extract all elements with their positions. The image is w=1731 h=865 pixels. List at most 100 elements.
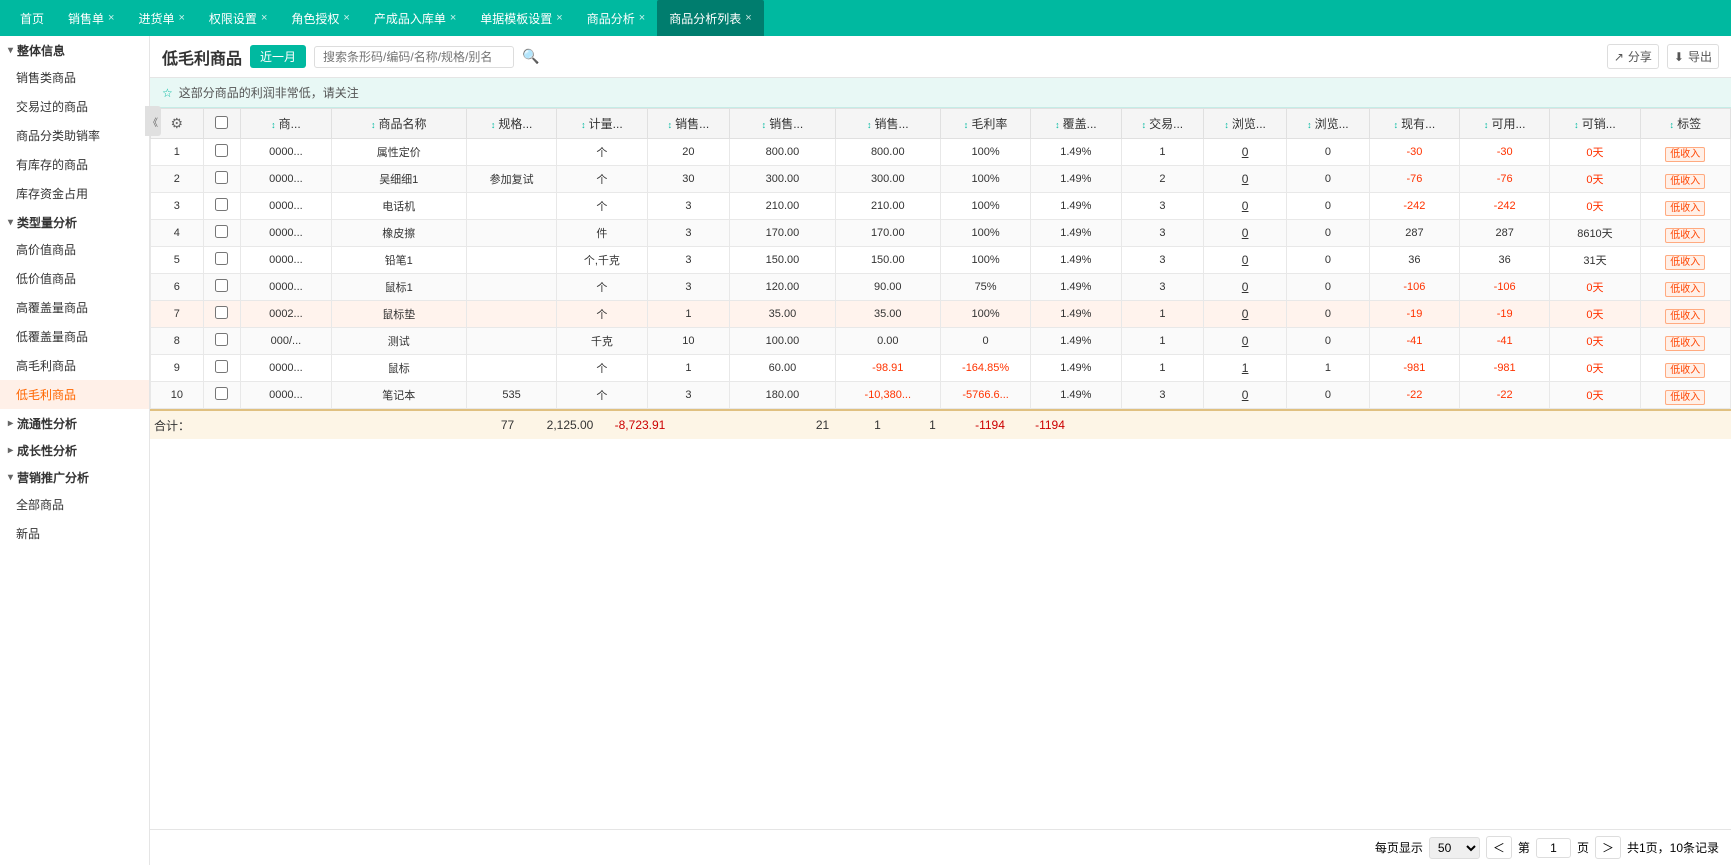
prev-page-button[interactable]: ＜ [1486, 836, 1512, 859]
col-coverage[interactable]: ↕ 覆盖... [1031, 109, 1121, 139]
product-table: ⚙ ↕ 商... ↕ 商品名称 ↕ 规格... ↕ 计量... ↕ 销售... … [150, 108, 1731, 409]
table-row: 9 0000... 鼠标 个 1 60.00 -98.91 -164.85% 1… [151, 355, 1731, 382]
sidebar-item-new-products[interactable]: 新品 [0, 519, 149, 548]
row-check[interactable] [203, 382, 241, 409]
row-code: 0000... [241, 139, 331, 166]
sidebar-item-traded-products[interactable]: 交易过的商品 [0, 92, 149, 121]
row-checkbox[interactable] [215, 360, 228, 373]
row-browse2: 0 [1287, 274, 1370, 301]
row-checkbox[interactable] [215, 306, 228, 319]
nav-item-home[interactable]: 首页 [8, 0, 56, 36]
col-tag[interactable]: ↕ 标签 [1640, 109, 1730, 139]
export-button[interactable]: ⬇ 导出 [1667, 44, 1719, 69]
nav-item-purchase[interactable]: 进货单 × [126, 0, 196, 36]
table-row: 2 0000... 吴细细1 参加复试 个 30 300.00 300.00 1… [151, 166, 1731, 193]
col-transactions[interactable]: ↕ 交易... [1121, 109, 1204, 139]
col-sales-qty[interactable]: ↕ 销售... [647, 109, 730, 139]
sidebar-group-circulation[interactable]: ▸ 流通性分析 [0, 409, 149, 436]
col-available[interactable]: ↕ 可用... [1460, 109, 1550, 139]
row-name: 电话机 [331, 193, 466, 220]
row-checkbox[interactable] [215, 387, 228, 400]
nav-item-product-analysis-list[interactable]: 商品分析列表 × [657, 0, 763, 36]
row-check[interactable] [203, 301, 241, 328]
close-template-tab[interactable]: × [556, 12, 562, 24]
sidebar-item-category-rate[interactable]: 商品分类助销率 [0, 121, 149, 150]
sidebar-item-low-coverage[interactable]: 低覆盖量商品 [0, 322, 149, 351]
sidebar-item-sales-products[interactable]: 销售类商品 [0, 63, 149, 92]
row-check[interactable] [203, 220, 241, 247]
row-check[interactable] [203, 328, 241, 355]
col-check[interactable] [203, 109, 241, 139]
row-check[interactable] [203, 139, 241, 166]
sidebar-item-high-margin[interactable]: 高毛利商品 [0, 351, 149, 380]
col-gross-rate[interactable]: ↕ 毛利率 [940, 109, 1030, 139]
sidebar-item-high-coverage[interactable]: 高覆盖量商品 [0, 293, 149, 322]
share-button[interactable]: ↗ 分享 [1607, 44, 1659, 69]
row-browse1: 0 [1204, 274, 1287, 301]
sidebar-item-stock-capital[interactable]: 库存资金占用 [0, 179, 149, 208]
row-checkbox[interactable] [215, 333, 228, 346]
row-checkbox[interactable] [215, 144, 228, 157]
sidebar-item-high-value[interactable]: 高价值商品 [0, 235, 149, 264]
search-input[interactable] [314, 46, 514, 68]
sidebar-item-in-stock[interactable]: 有库存的商品 [0, 150, 149, 179]
row-tag: 低收入 [1640, 274, 1730, 301]
nav-item-template[interactable]: 单据模板设置 × [468, 0, 574, 36]
nav-item-sales[interactable]: 销售单 × [56, 0, 126, 36]
nav-item-product-analysis[interactable]: 商品分析 × [575, 0, 657, 36]
footer-cell: -1194 [1020, 418, 1080, 432]
close-products-in-tab[interactable]: × [450, 12, 456, 24]
close-product-analysis-list-tab[interactable]: × [745, 12, 751, 24]
sidebar-item-low-value[interactable]: 低价值商品 [0, 264, 149, 293]
page-size-select[interactable]: 50 10 20 100 [1429, 837, 1480, 859]
row-check[interactable] [203, 274, 241, 301]
col-code[interactable]: ↕ 商... [241, 109, 331, 139]
date-filter-button[interactable]: 近一月 [250, 45, 306, 68]
row-browse2: 0 [1287, 247, 1370, 274]
row-checkbox[interactable] [215, 279, 228, 292]
search-icon[interactable]: 🔍 [522, 48, 539, 65]
arrow-icon-type: ▾ [8, 217, 13, 228]
sidebar-group-overall[interactable]: ▾ 整体信息 [0, 36, 149, 63]
sidebar-item-all-products[interactable]: 全部商品 [0, 490, 149, 519]
close-product-analysis-tab[interactable]: × [639, 12, 645, 24]
select-all-checkbox[interactable] [215, 116, 228, 129]
col-name[interactable]: ↕ 商品名称 [331, 109, 466, 139]
row-checkbox[interactable] [215, 171, 228, 184]
footer-cell: 合计： [150, 417, 185, 434]
sidebar-collapse-button[interactable]: 《 [145, 106, 161, 136]
close-roles-tab[interactable]: × [343, 12, 349, 24]
row-gross-rate: 100% [940, 193, 1030, 220]
col-browse2[interactable]: ↕ 浏览... [1287, 109, 1370, 139]
nav-item-permissions[interactable]: 权限设置 × [197, 0, 279, 36]
row-sales-amt: 60.00 [730, 355, 835, 382]
col-sales-amt[interactable]: ↕ 销售... [730, 109, 835, 139]
col-browse1[interactable]: ↕ 浏览... [1204, 109, 1287, 139]
row-checkbox[interactable] [215, 225, 228, 238]
col-sales-profit[interactable]: ↕ 销售... [835, 109, 940, 139]
row-checkbox[interactable] [215, 198, 228, 211]
close-sales-tab[interactable]: × [108, 12, 114, 24]
row-check[interactable] [203, 166, 241, 193]
col-spec[interactable]: ↕ 规格... [466, 109, 556, 139]
row-sellable: 0天 [1550, 274, 1640, 301]
nav-item-roles[interactable]: 角色授权 × [279, 0, 361, 36]
close-purchase-tab[interactable]: × [178, 12, 184, 24]
row-spec: 参加复试 [466, 166, 556, 193]
row-check[interactable] [203, 193, 241, 220]
col-sellable[interactable]: ↕ 可销... [1550, 109, 1640, 139]
sidebar-group-growth[interactable]: ▸ 成长性分析 [0, 436, 149, 463]
page-number-input[interactable] [1536, 838, 1571, 858]
row-checkbox[interactable] [215, 252, 228, 265]
sidebar-item-low-margin[interactable]: 低毛利商品 [0, 380, 149, 409]
col-current-stock[interactable]: ↕ 现有... [1369, 109, 1459, 139]
next-page-button[interactable]: ＞ [1595, 836, 1621, 859]
sidebar-group-type[interactable]: ▾ 类型量分析 [0, 208, 149, 235]
row-check[interactable] [203, 355, 241, 382]
col-unit[interactable]: ↕ 计量... [557, 109, 647, 139]
sidebar-group-marketing[interactable]: ▾ 营销推广分析 [0, 463, 149, 490]
nav-item-products-in[interactable]: 产成品入库单 × [362, 0, 468, 36]
row-no: 10 [151, 382, 204, 409]
close-permissions-tab[interactable]: × [261, 12, 267, 24]
row-check[interactable] [203, 247, 241, 274]
